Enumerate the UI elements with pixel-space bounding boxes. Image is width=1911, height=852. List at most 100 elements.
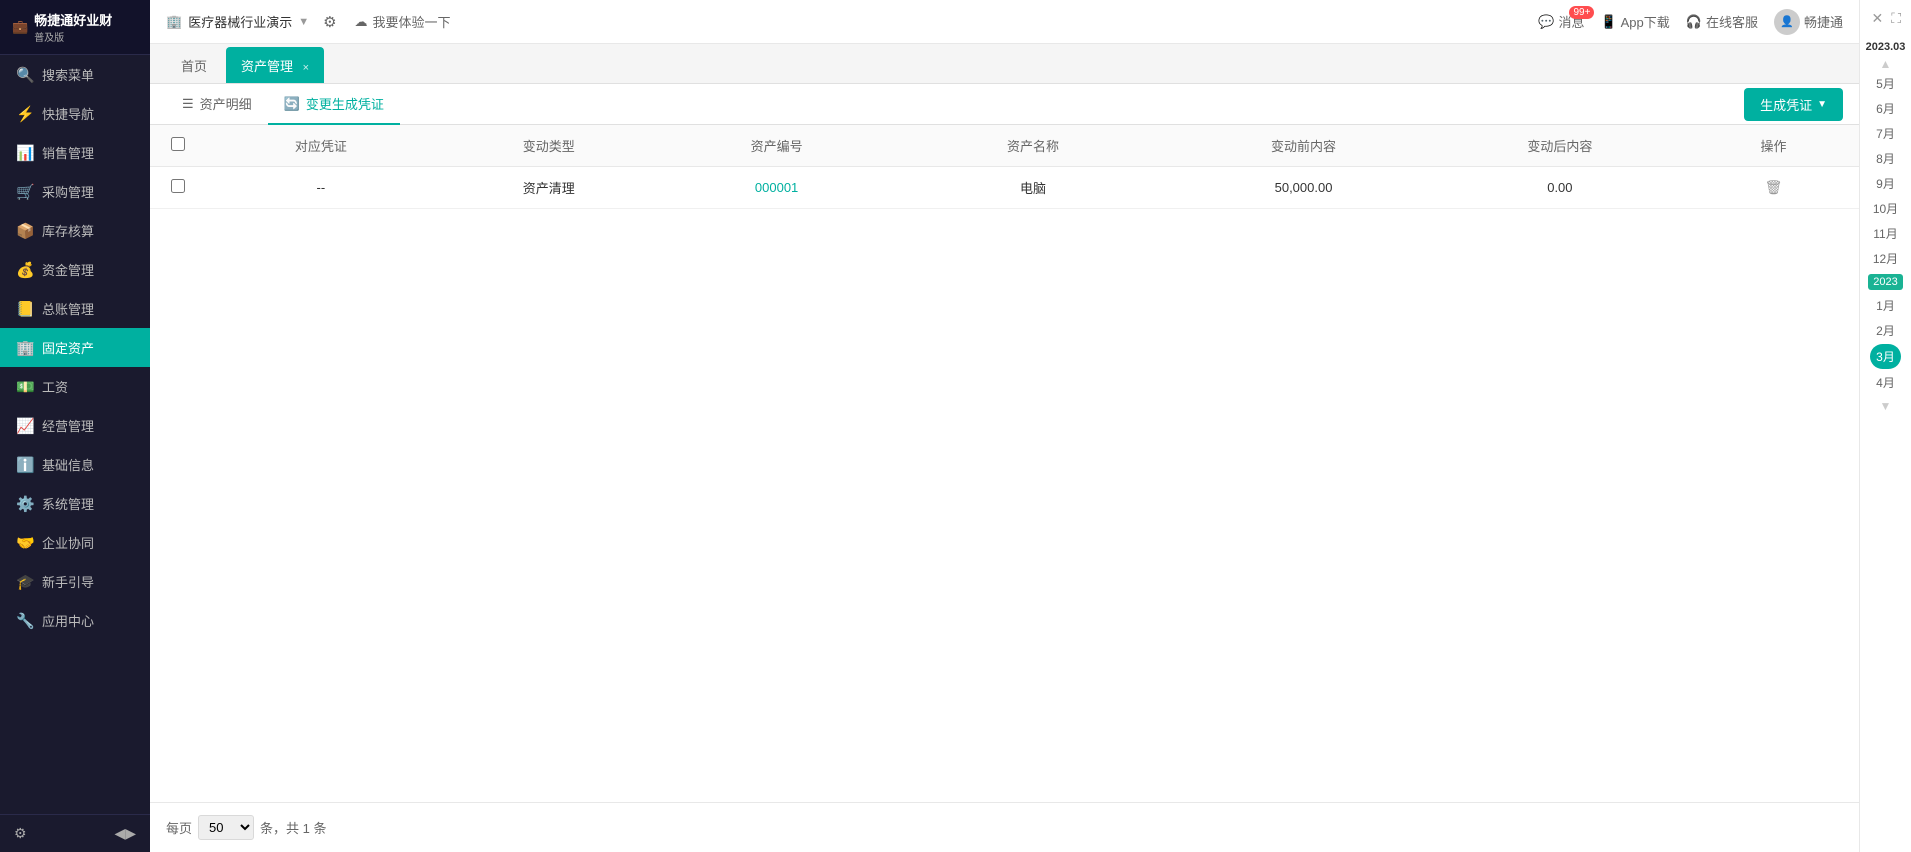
collapse-icon[interactable]: ◀▶ — [114, 825, 136, 842]
topbar-right: 💬 消息 99+ 📱 App下载 🎧 在线客服 👤 畅捷通 — [1538, 9, 1843, 35]
month-item-10月[interactable]: 10月 — [1864, 196, 1908, 221]
col-header-voucher: 对应凭证 — [207, 125, 435, 167]
phone-icon: 📱 — [1600, 14, 1616, 30]
ledger-icon: 📒 — [16, 300, 34, 318]
month-item-5月[interactable]: 5月 — [1864, 71, 1908, 96]
dropdown-arrow-icon: ▼ — [1817, 99, 1827, 110]
generate-btn-label: 生成凭证 — [1760, 95, 1812, 114]
company-selector[interactable]: 🏢 医疗器械行业演示 ▼ — [166, 12, 309, 31]
row-after: 0.00 — [1432, 167, 1688, 209]
sidebar-item-base[interactable]: ℹ️基础信息 — [0, 445, 150, 484]
sidebar-item-collab[interactable]: 🤝企业协同 — [0, 523, 150, 562]
page-size-select[interactable]: 102050100 — [198, 815, 254, 840]
settings-icon[interactable]: ⚙ — [14, 825, 27, 842]
scroll-down-btn[interactable]: ▼ — [1864, 399, 1908, 413]
month-item-11月[interactable]: 11月 — [1864, 221, 1908, 246]
content-area: ☰ 资产明细 🔄 变更生成凭证 生成凭证 ▼ — [150, 84, 1859, 852]
subtab-actions: 生成凭证 ▼ — [1744, 88, 1843, 121]
subtab-change-voucher-label: 变更生成凭证 — [306, 94, 384, 113]
scroll-up-btn[interactable]: ▲ — [1864, 57, 1908, 71]
logo-icon: 💼 — [12, 19, 28, 35]
row-checkbox[interactable] — [171, 179, 185, 193]
badge-count: 99+ — [1569, 6, 1594, 19]
sidebar-item-ledger[interactable]: 📒总账管理 — [0, 289, 150, 328]
right-panel-year-label: 2023.03 — [1864, 37, 1908, 57]
right-panel-close-btn[interactable]: ✕ — [1869, 8, 1885, 29]
logo-title: 畅捷通好业财 — [34, 10, 112, 29]
user-menu[interactable]: 👤 畅捷通 — [1774, 9, 1843, 35]
col-header-code: 资产编号 — [663, 125, 891, 167]
app-download-btn[interactable]: 📱 App下载 — [1600, 12, 1669, 31]
app-download-label: App下载 — [1621, 12, 1670, 31]
data-table: 对应凭证 变动类型 资产编号 资产名称 变动前内容 变动后内容 操作 -- 资产… — [150, 125, 1859, 209]
online-service-label: 在线客服 — [1706, 12, 1758, 31]
salary-icon: 💵 — [16, 378, 34, 396]
operations-icon: 📈 — [16, 417, 34, 435]
app-logo: 💼 畅捷通好业财 普及版 — [0, 0, 150, 55]
sidebar-label-search: 搜索菜单 — [42, 65, 94, 84]
month-item-4月[interactable]: 4月 — [1864, 370, 1908, 395]
sidebar-label-salary: 工资 — [42, 377, 68, 396]
sidebar-item-purchase[interactable]: 🛒采购管理 — [0, 172, 150, 211]
experience-link[interactable]: ☁ 我要体验一下 — [355, 12, 451, 31]
month-item-1月[interactable]: 1月 — [1864, 293, 1908, 318]
main-area: 🏢 医疗器械行业演示 ▼ ⚙ ☁ 我要体验一下 💬 消息 99+ 📱 App下载… — [150, 0, 1859, 852]
username: 畅捷通 — [1804, 12, 1843, 31]
headset-icon: 🎧 — [1686, 14, 1702, 30]
sidebar-item-salary[interactable]: 💵 工资 — [0, 367, 150, 406]
right-panel-expand-btn[interactable]: ⛶ — [1889, 8, 1903, 29]
month-item-6月[interactable]: 6月 — [1864, 96, 1908, 121]
online-service-btn[interactable]: 🎧 在线客服 — [1686, 12, 1758, 31]
sidebar-item-apps[interactable]: 🔧应用中心 — [0, 601, 150, 640]
tab-home[interactable]: 首页 — [166, 47, 222, 83]
tab-asset-mgmt[interactable]: 资产管理 × — [226, 47, 324, 83]
sidebar-item-fixed[interactable]: 🏢固定资产 — [0, 328, 150, 367]
month-item-8月[interactable]: 8月 — [1864, 146, 1908, 171]
row-action: 🗑 — [1688, 167, 1859, 209]
experience-text: 我要体验一下 — [373, 12, 451, 31]
subtab-change-voucher[interactable]: 🔄 变更生成凭证 — [268, 84, 400, 125]
sidebar-item-inventory[interactable]: 📦库存核算 — [0, 211, 150, 250]
month-item-7月[interactable]: 7月 — [1864, 121, 1908, 146]
subtab-asset-detail[interactable]: ☰ 资产明细 — [166, 84, 268, 125]
row-type: 资产清理 — [435, 167, 663, 209]
delete-icon[interactable]: 🗑 — [1765, 179, 1783, 195]
month-item-12月[interactable]: 12月 — [1864, 246, 1908, 271]
year-badge: 2023 — [1868, 274, 1902, 290]
sidebar-item-system[interactable]: ⚙️ 系统管理 — [0, 484, 150, 523]
row-code: 000001 — [663, 167, 891, 209]
col-header-type: 变动类型 — [435, 125, 663, 167]
sidebar-item-sales[interactable]: 📊销售管理 — [0, 133, 150, 172]
sidebar-item-search[interactable]: 🔍搜索菜单 — [0, 55, 150, 94]
table-row: -- 资产清理 000001 电脑 50,000.00 0.00 🗑 — [150, 167, 1859, 209]
generate-voucher-btn[interactable]: 生成凭证 ▼ — [1744, 88, 1843, 121]
col-header-after: 变动后内容 — [1432, 125, 1688, 167]
pagination: 每页 102050100 条，共 1 条 — [150, 802, 1859, 852]
inventory-icon: 📦 — [16, 222, 34, 240]
cloud-icon: ☁ — [355, 14, 368, 30]
gear-icon[interactable]: ⚙ — [323, 13, 336, 31]
list-icon: ☰ — [182, 96, 194, 112]
system-icon: ⚙️ — [16, 495, 34, 513]
month-item-2月[interactable]: 2月 — [1864, 318, 1908, 343]
sidebar-label-apps: 应用中心 — [42, 611, 94, 630]
per-page-label: 每页 — [166, 818, 192, 837]
total-info: 条，共 1 条 — [260, 818, 326, 837]
sidebar-label-system: 系统管理 — [42, 494, 94, 513]
month-item-9月[interactable]: 9月 — [1864, 171, 1908, 196]
select-all-checkbox[interactable] — [171, 137, 185, 151]
tab-close-icon[interactable]: × — [303, 62, 309, 74]
tabbar: 首页 资产管理 × — [150, 44, 1859, 84]
sidebar-item-operations[interactable]: 📈经营管理 — [0, 406, 150, 445]
sidebar-item-funds[interactable]: 💰资金管理 — [0, 250, 150, 289]
building-icon: 🏢 — [166, 14, 182, 30]
funds-icon: 💰 — [16, 261, 34, 279]
tab-home-label: 首页 — [181, 59, 207, 74]
sidebar-item-nav[interactable]: ⚡快捷导航 — [0, 94, 150, 133]
sidebar-label-sales: 销售管理 — [42, 143, 94, 162]
sidebar-item-guide[interactable]: 🎓新手引导 — [0, 562, 150, 601]
message-icon: 💬 — [1538, 14, 1554, 30]
month-item-3月[interactable]: 3月 — [1870, 344, 1902, 369]
base-icon: ℹ️ — [16, 456, 34, 474]
messages-btn[interactable]: 💬 消息 99+ — [1538, 12, 1584, 31]
